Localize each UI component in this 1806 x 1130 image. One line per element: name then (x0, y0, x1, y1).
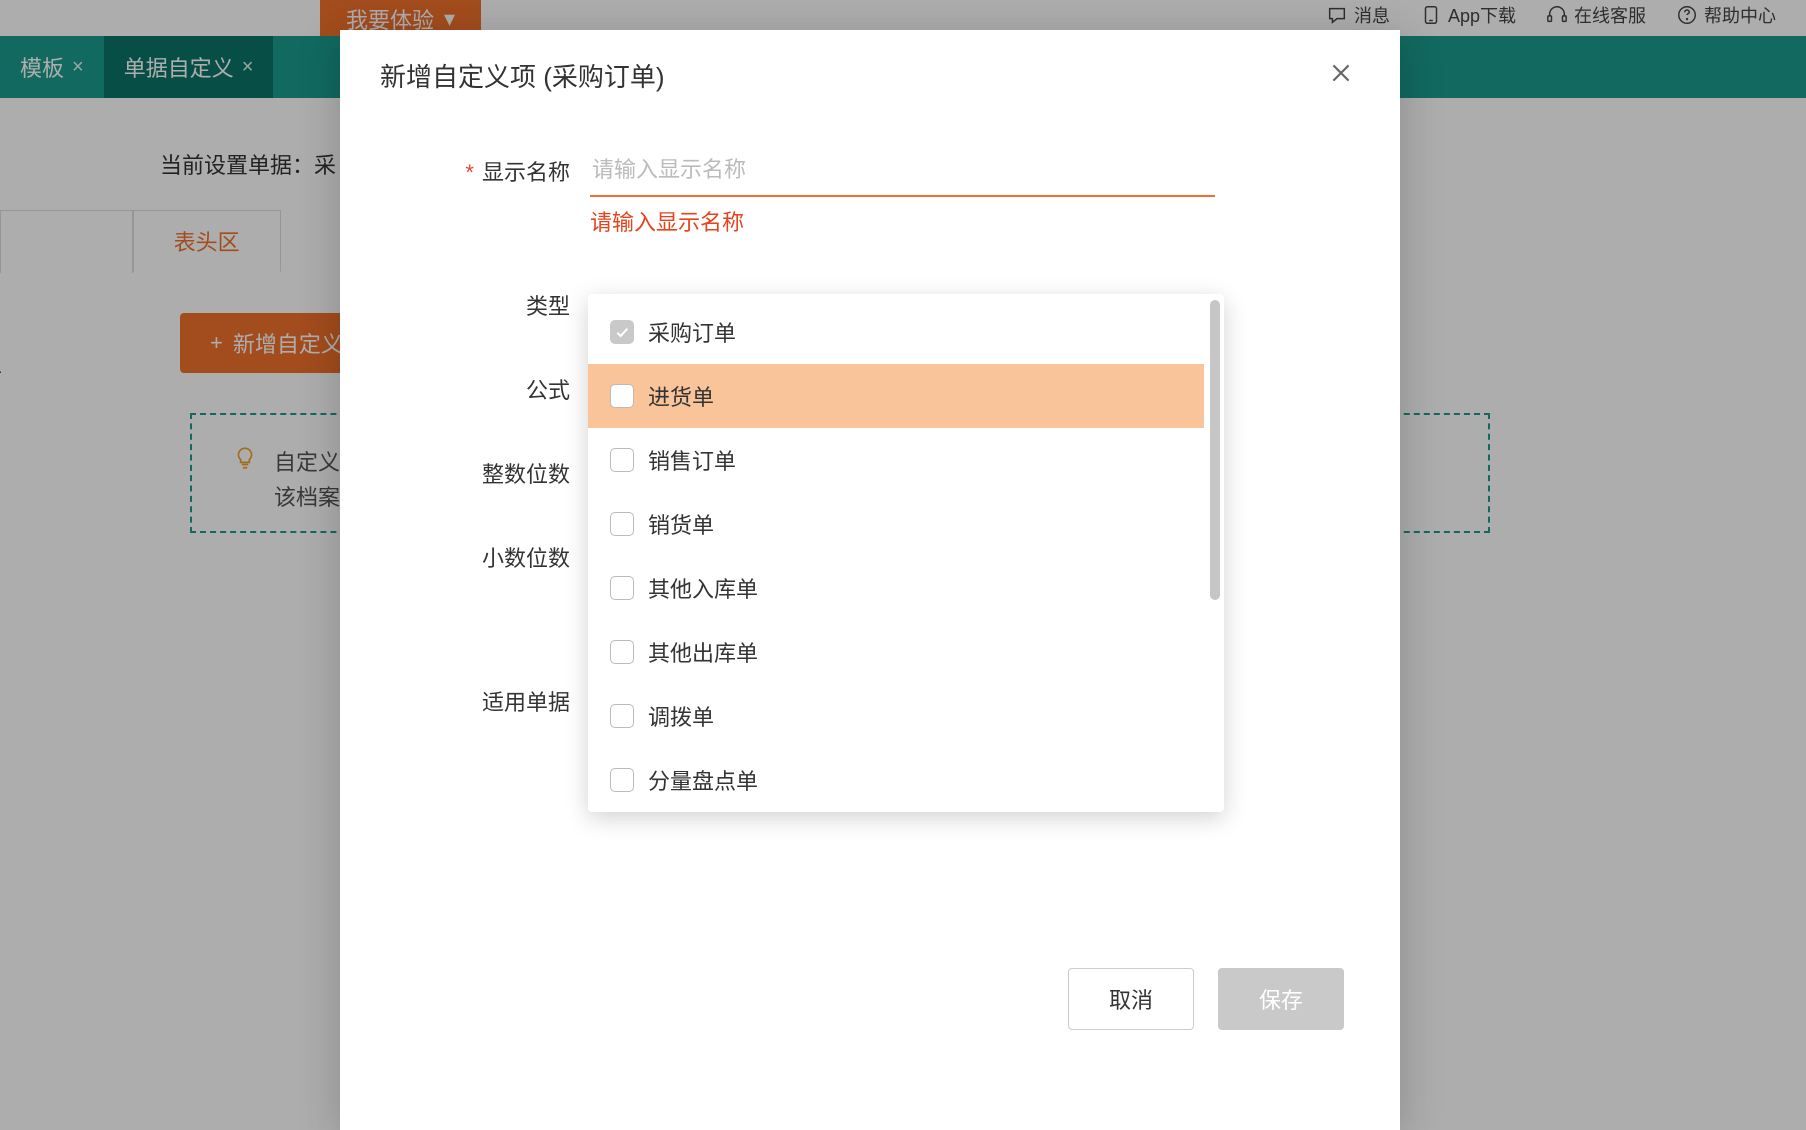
save-button[interactable]: 保存 (1218, 968, 1344, 1030)
label-decimal-digits: 小数位数 (380, 537, 590, 573)
cancel-button[interactable]: 取消 (1068, 968, 1194, 1030)
label-display-name: *显示名称 (380, 151, 590, 187)
close-icon (1328, 60, 1354, 86)
modal-footer: 取消 保存 (1068, 968, 1344, 1030)
dropdown-option[interactable]: 分量盘点单 (588, 748, 1204, 812)
label-type: 类型 (380, 285, 590, 321)
dropdown-option-label: 销货单 (648, 508, 714, 540)
dropdown-option[interactable]: 销货单 (588, 492, 1204, 556)
dropdown-option-label: 采购订单 (648, 316, 736, 348)
dropdown-option-label: 调拨单 (648, 700, 714, 732)
dropdown-list: 采购订单进货单销售订单销货单其他入库单其他出库单调拨单分量盘点单 (588, 294, 1204, 812)
checkbox[interactable] (610, 768, 634, 792)
dropdown-option-label: 销售订单 (648, 444, 736, 476)
dropdown-option-label: 分量盘点单 (648, 764, 758, 796)
dropdown-option[interactable]: 其他出库单 (588, 620, 1204, 684)
checkbox[interactable] (610, 512, 634, 536)
modal-close-button[interactable] (1322, 54, 1360, 97)
modal-title: 新增自定义项 (采购订单) (380, 57, 665, 94)
dropdown-option[interactable]: 销售订单 (588, 428, 1204, 492)
dropdown-option[interactable]: 其他入库单 (588, 556, 1204, 620)
label-integer-digits: 整数位数 (380, 453, 590, 489)
save-button-label: 保存 (1259, 988, 1303, 1013)
row-display-name: *显示名称 请输入显示名称 (380, 151, 1360, 237)
label-apply-bill: 适用单据 (380, 681, 590, 717)
checkbox[interactable] (610, 576, 634, 600)
label-formula: 公式 (380, 369, 590, 405)
apply-bill-dropdown: 采购订单进货单销售订单销货单其他入库单其他出库单调拨单分量盘点单 (588, 294, 1224, 812)
add-custom-item-modal: 新增自定义项 (采购订单) *显示名称 请输入显示名称 类型 公式 整数位数 (340, 30, 1400, 1130)
checkbox[interactable] (610, 640, 634, 664)
dropdown-option-label: 其他出库单 (648, 636, 758, 668)
modal-header: 新增自定义项 (采购订单) (340, 30, 1400, 121)
dropdown-option[interactable]: 进货单 (588, 364, 1204, 428)
scrollbar-track[interactable] (1204, 294, 1224, 812)
dropdown-option-label: 其他入库单 (648, 572, 758, 604)
dropdown-option[interactable]: 采购订单 (588, 300, 1204, 364)
checkbox[interactable] (610, 448, 634, 472)
required-asterisk: * (465, 160, 474, 185)
dropdown-option[interactable]: 调拨单 (588, 684, 1204, 748)
dropdown-option-label: 进货单 (648, 380, 714, 412)
scrollbar-thumb[interactable] (1210, 300, 1220, 600)
cancel-button-label: 取消 (1109, 988, 1153, 1013)
checkbox[interactable] (610, 320, 634, 344)
checkbox[interactable] (610, 384, 634, 408)
display-name-error: 请输入显示名称 (590, 205, 1360, 237)
checkbox[interactable] (610, 704, 634, 728)
display-name-input[interactable] (590, 151, 1215, 197)
